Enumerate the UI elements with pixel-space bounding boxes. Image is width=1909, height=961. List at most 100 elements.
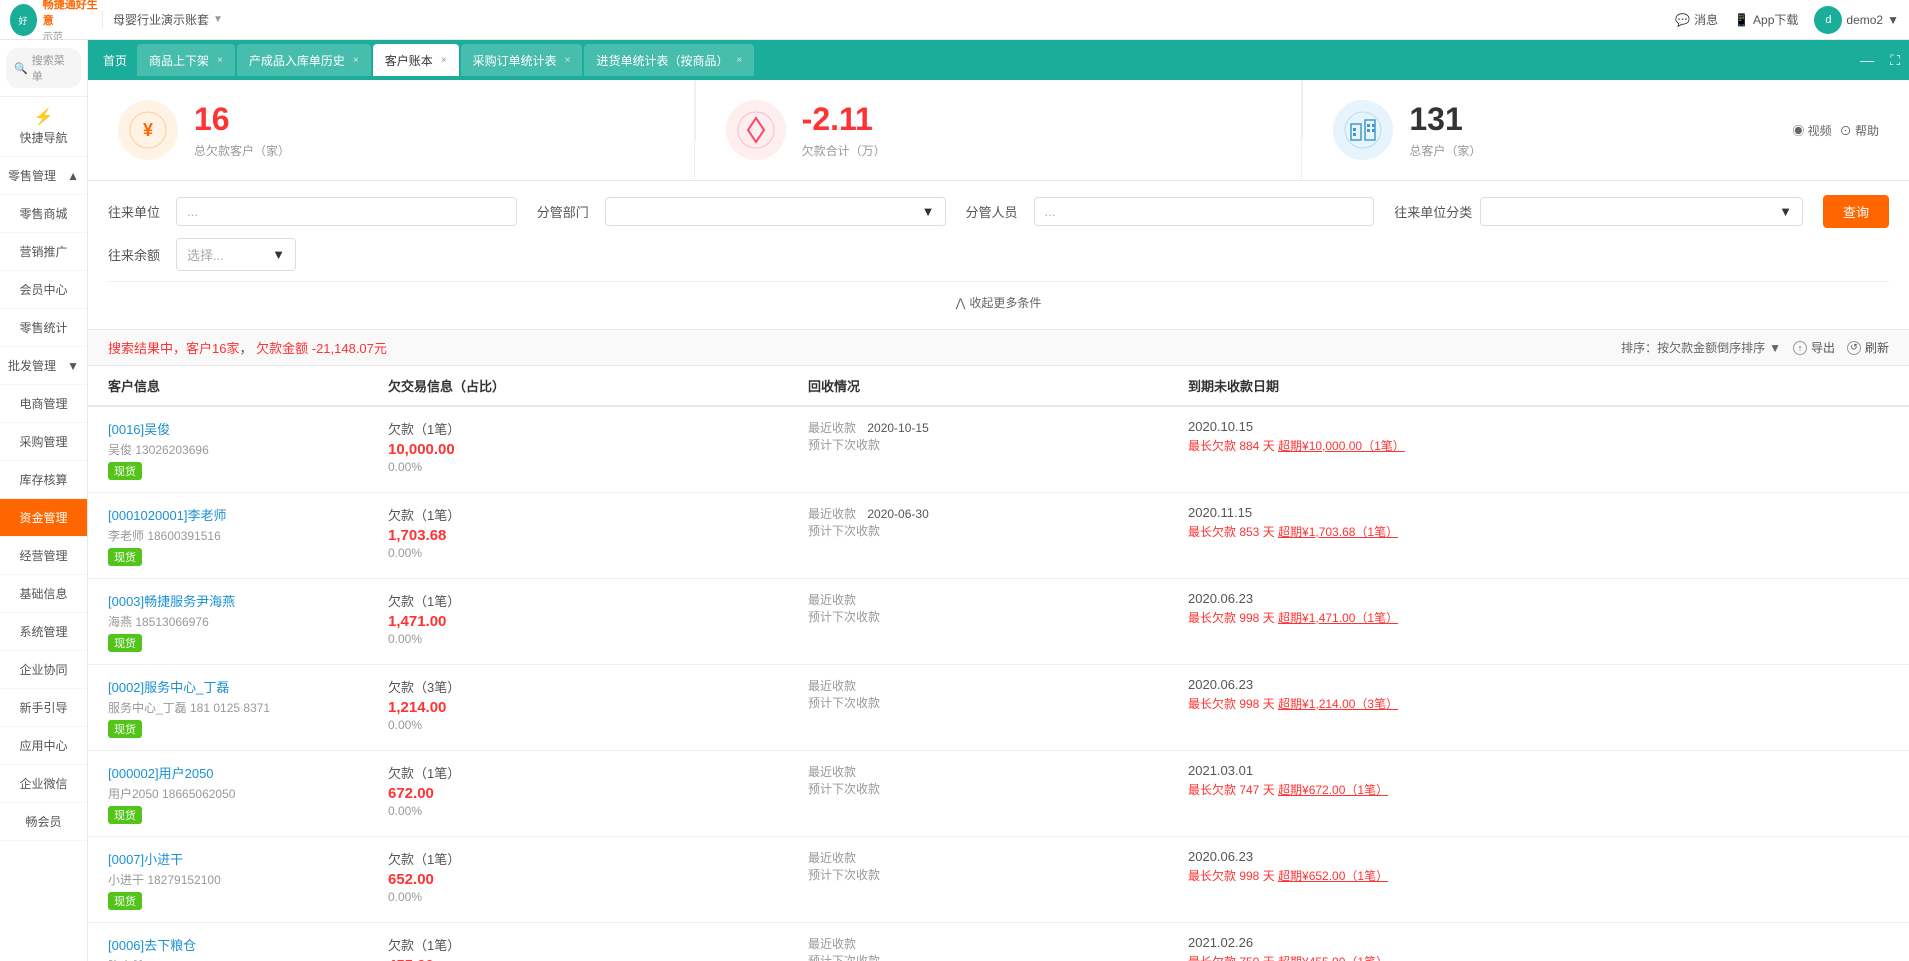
filter-input-category[interactable]: ▼ xyxy=(1480,197,1803,226)
debt-amount-0[interactable]: 10,000.00 xyxy=(388,441,808,458)
sidebar-item-jingying[interactable]: 经营管理 xyxy=(0,537,87,575)
tab-chanpinruku[interactable]: 产成品入库单历史 × xyxy=(237,44,371,76)
filter-select-balance[interactable]: 选择... ▼ xyxy=(176,238,296,271)
overdue-link-2[interactable]: 超期¥1,471.00（1笔） xyxy=(1278,611,1398,625)
tab-maximize-icon[interactable]: ⛶ xyxy=(1886,52,1904,69)
last-collect-0: 最近收款 2020-10-15 xyxy=(808,419,1188,436)
sidebar-item-kuaijie[interactable]: ⚡ 快捷导航 xyxy=(0,97,87,157)
sidebar-item-label: 零售商城 xyxy=(19,207,67,221)
sidebar-item-kucun[interactable]: 库存核算 xyxy=(0,461,87,499)
sidebar-item-wechat[interactable]: 企业微信 xyxy=(0,765,87,803)
sidebar-item-qiyexietong[interactable]: 企业协同 xyxy=(0,651,87,689)
customer-tag-5: 现货 xyxy=(108,892,142,910)
sidebar-item-dianshang[interactable]: 电商管理 xyxy=(0,385,87,423)
sidebar-item-xitong[interactable]: 系统管理 xyxy=(0,613,87,651)
customer-name-3[interactable]: [0002]服务中心_丁磊 xyxy=(108,677,388,696)
table-row: [0002]服务中心_丁磊 服务中心_丁磊 181 0125 8371 现货 欠… xyxy=(88,665,1909,751)
tab-shangpinshangjia[interactable]: 商品上下架 × xyxy=(137,44,235,76)
sidebar-search-box[interactable]: 🔍 搜索菜单 xyxy=(6,48,81,88)
sidebar-item-shangcheng[interactable]: 零售商城 xyxy=(0,195,87,233)
tab-minimize-icon[interactable]: — xyxy=(1856,52,1878,69)
overdue-link-3[interactable]: 超期¥1,214.00（3笔） xyxy=(1278,697,1398,711)
debt-count-2: 欠款（1笔） xyxy=(388,591,808,610)
sidebar-item-lingshou[interactable]: 零售管理 ▲ xyxy=(0,157,87,195)
app-selector[interactable]: 母婴行业演示账套 ▼ xyxy=(102,11,223,28)
tab-close-icon[interactable]: × xyxy=(565,55,571,66)
customer-name-0[interactable]: [0016]吴俊 xyxy=(108,419,388,438)
tab-close-icon[interactable]: × xyxy=(441,55,447,66)
customer-name-5[interactable]: [0007]小进干 xyxy=(108,849,388,868)
search-button[interactable]: 查询 xyxy=(1823,195,1889,228)
refresh-label: 刷新 xyxy=(1865,339,1889,356)
due-info-3: 2020.06.23 最长欠款 998 天 超期¥1,214.00（3笔） xyxy=(1188,677,1889,738)
filter-row-2: 往来余额 选择... ▼ xyxy=(108,238,1889,271)
avatar: d xyxy=(1814,6,1842,34)
debt-amount-4[interactable]: 672.00 xyxy=(388,785,808,802)
sidebar-item-label: 企业协同 xyxy=(19,663,67,677)
collection-info-0: 最近收款 2020-10-15 预计下次收款 xyxy=(808,419,1188,480)
export-button[interactable]: ↑ 导出 xyxy=(1793,339,1835,356)
sidebar-item-label: 基础信息 xyxy=(19,587,67,601)
refresh-button[interactable]: ↺ 刷新 xyxy=(1847,339,1889,356)
stat-info-debtors: 16 总欠款客户（家） xyxy=(194,101,290,159)
results-info: 搜索结果中，客户16家， 欠款金额 -21,148.07元 xyxy=(108,338,387,357)
due-info-5: 2020.06.23 最长欠款 998 天 超期¥652.00（1笔） xyxy=(1188,849,1889,910)
customer-name-6[interactable]: [0006]去下粮仓 xyxy=(108,935,388,954)
customer-name-4[interactable]: [000002]用户2050 xyxy=(108,763,388,782)
customer-info-2: [0003]畅捷服务尹海燕 海燕 18513066976 现货 xyxy=(108,591,388,652)
refresh-icon: ↺ xyxy=(1847,341,1861,355)
sidebar-item-caigou[interactable]: 采购管理 xyxy=(0,423,87,461)
user-menu[interactable]: d demo2 ▼ xyxy=(1814,6,1899,34)
overdue-link-4[interactable]: 超期¥672.00（1笔） xyxy=(1278,783,1388,797)
debt-amount-1[interactable]: 1,703.68 xyxy=(388,527,808,544)
stat-label-amount: 欠款合计（万） xyxy=(802,142,886,159)
collection-info-3: 最近收款 预计下次收款 xyxy=(808,677,1188,738)
tab-label: 进货单统计表（按商品） xyxy=(596,52,728,69)
overdue-link-6[interactable]: 超期¥455.90（1笔） xyxy=(1278,955,1388,961)
message-button[interactable]: 💬 消息 xyxy=(1675,11,1718,28)
tab-home[interactable]: 首页 xyxy=(93,44,137,76)
last-collect-5: 最近收款 xyxy=(808,849,1188,866)
sidebar-item-huiyuan[interactable]: 会员中心 xyxy=(0,271,87,309)
filter-row-1: 往来单位 ... 分管部门 ▼ xyxy=(108,195,1889,228)
filter-input-dept[interactable]: ▼ xyxy=(605,197,946,226)
customer-name-1[interactable]: [0001020001]李老师 xyxy=(108,505,388,524)
tab-close-icon[interactable]: × xyxy=(217,55,223,66)
tab-caigoudingdan[interactable]: 采购订单统计表 × xyxy=(461,44,583,76)
sidebar-item-label: 畅会员 xyxy=(25,815,61,829)
sidebar-item-jichu[interactable]: 基础信息 xyxy=(0,575,87,613)
filter-input-customer[interactable]: ... xyxy=(176,197,517,226)
overdue-link-0[interactable]: 超期¥10,000.00（1笔） xyxy=(1278,439,1405,453)
debt-amount-3[interactable]: 1,214.00 xyxy=(388,699,808,716)
debt-ratio-5: 0.00% xyxy=(388,890,808,904)
sidebar-item-yingxiao[interactable]: 营销推广 xyxy=(0,233,87,271)
overdue-link-5[interactable]: 超期¥652.00（1笔） xyxy=(1278,869,1388,883)
debt-amount-5[interactable]: 652.00 xyxy=(388,871,808,888)
tab-close-icon[interactable]: × xyxy=(736,55,742,66)
collapse-area: ⋀ 收起更多条件 xyxy=(108,281,1889,315)
help-link[interactable]: ⊙ 帮助 xyxy=(1840,122,1879,139)
sort-select[interactable]: 排序：按欠款金额倒序排序 ▼ xyxy=(1621,339,1781,356)
overdue-link-1[interactable]: 超期¥1,703.68（1笔） xyxy=(1278,525,1398,539)
sidebar-item-pifa[interactable]: 批发管理 ▼ xyxy=(0,347,87,385)
debt-amount-2[interactable]: 1,471.00 xyxy=(388,613,808,630)
debt-amount-6[interactable]: 455.90 xyxy=(388,957,808,961)
stat-value-amount: -2.11 xyxy=(802,101,886,138)
tab-kehuzhanben[interactable]: 客户账本 × xyxy=(373,44,459,76)
sidebar-item-xinshou[interactable]: 新手引导 xyxy=(0,689,87,727)
stat-label-total: 总客户（家） xyxy=(1409,142,1481,159)
sidebar-item-changhui[interactable]: 畅会员 xyxy=(0,803,87,841)
sidebar-item-zijin[interactable]: 资金管理 xyxy=(0,499,87,537)
app-download-button[interactable]: 📱 App下载 xyxy=(1734,11,1798,28)
tab-jinhuodan[interactable]: 进货单统计表（按商品） × xyxy=(584,44,754,76)
collapse-button[interactable]: ⋀ 收起更多条件 xyxy=(108,290,1889,315)
video-link[interactable]: ◉ 视频 xyxy=(1792,122,1831,139)
dropdown-icon: ▼ xyxy=(922,204,935,219)
content-area: 首页 商品上下架 × 产成品入库单历史 × 客户账本 × 采购订单统计表 × xyxy=(88,40,1909,961)
tab-close-icon[interactable]: × xyxy=(353,55,359,66)
chevron-down-icon: ▼ xyxy=(67,359,79,373)
filter-input-manager[interactable]: ... xyxy=(1034,197,1375,226)
sidebar-item-yingyong[interactable]: 应用中心 xyxy=(0,727,87,765)
sidebar-item-lingshoutj[interactable]: 零售统计 xyxy=(0,309,87,347)
customer-name-2[interactable]: [0003]畅捷服务尹海燕 xyxy=(108,591,388,610)
